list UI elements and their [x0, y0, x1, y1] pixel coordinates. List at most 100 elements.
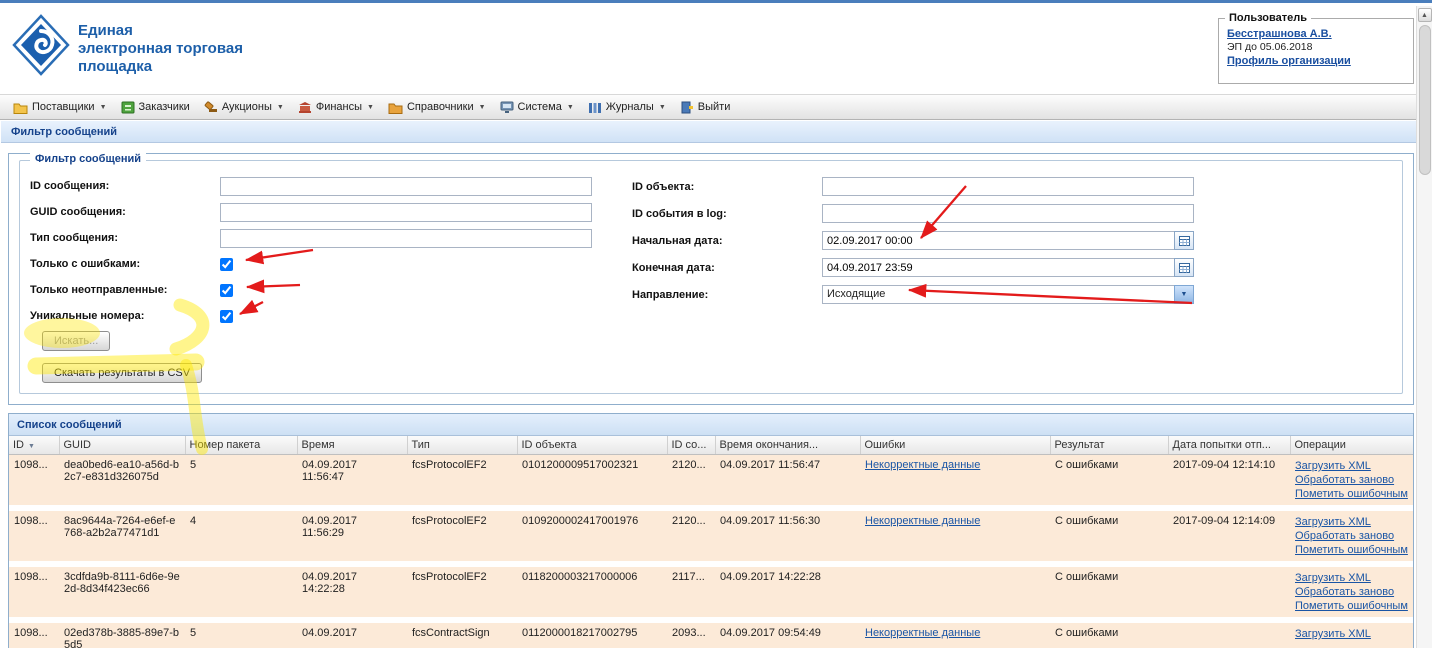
cell-time: 04.09.2017 11:56:47: [297, 454, 407, 511]
page-title: Фильтр сообщений: [1, 121, 1416, 143]
load-xml-link[interactable]: Загрузить XML: [1295, 571, 1410, 585]
unique-numbers-checkbox[interactable]: [220, 309, 233, 323]
mark-error-link[interactable]: Пометить ошибочным: [1295, 599, 1410, 613]
load-xml-link[interactable]: Загрузить XML: [1295, 459, 1410, 473]
reprocess-link[interactable]: Обработать заново: [1295, 585, 1410, 599]
menu-item-finance[interactable]: Финансы ▼: [291, 98, 381, 117]
cell-errors: Некорректные данные: [860, 620, 1050, 648]
errors-link[interactable]: Некорректные данные: [865, 627, 980, 639]
auctions-icon: [204, 100, 218, 114]
col-object-id[interactable]: ID объекта: [517, 436, 668, 455]
col-attempt-date[interactable]: Дата попытки отп...: [1168, 436, 1291, 455]
cell-guid: 02ed378b-3885-89e7-b5d5: [59, 620, 185, 648]
message-id-input[interactable]: [220, 176, 592, 196]
cell-attempt-date: [1168, 620, 1290, 648]
cell-result: С ошибками: [1050, 564, 1168, 623]
field-label: GUID сообщения:: [30, 206, 126, 218]
col-id2[interactable]: ID со...: [667, 436, 716, 455]
caret-down-icon: ▼: [99, 103, 107, 111]
org-profile-link[interactable]: Профиль организации: [1227, 54, 1405, 68]
main-menu-bar: Поставщики ▼ Заказчики Аукционы ▼ Финанс…: [0, 94, 1416, 120]
cell-id: 1098...: [9, 508, 59, 567]
cell-end-time: 04.09.2017 14:22:28: [715, 564, 860, 623]
mark-error-link[interactable]: Пометить ошибочным: [1295, 487, 1410, 501]
direction-select[interactable]: Исходящие ▼: [822, 285, 1194, 304]
menu-item-directories[interactable]: Справочники ▼: [381, 98, 493, 117]
field-label: ID объекта:: [632, 180, 695, 193]
message-guid-input[interactable]: [220, 202, 592, 222]
scrollbar-thumb[interactable]: [1418, 25, 1431, 175]
cell-errors: [860, 564, 1050, 623]
errors-link[interactable]: Некорректные данные: [865, 515, 980, 527]
user-name-link[interactable]: Бесстрашнова А.В.: [1227, 27, 1405, 41]
direction-value: Исходящие: [822, 285, 1174, 304]
load-xml-link[interactable]: Загрузить XML: [1295, 627, 1410, 641]
message-type-input[interactable]: [220, 228, 592, 248]
cell-result: С ошибками: [1050, 620, 1168, 648]
col-errors[interactable]: Ошибки: [860, 436, 1051, 455]
reprocess-link[interactable]: Обработать заново: [1295, 529, 1410, 543]
caret-down-icon: ▼: [478, 103, 486, 111]
col-guid[interactable]: GUID: [59, 436, 186, 455]
object-id-input[interactable]: [822, 177, 1194, 196]
errors-link[interactable]: Некорректные данные: [865, 459, 980, 471]
vertical-scrollbar[interactable]: ▲: [1416, 6, 1432, 648]
cell-guid: 8ac9644a-7264-e6ef-e768-a2b2a77471d1: [59, 508, 185, 567]
cell-result: С ошибками: [1050, 508, 1168, 567]
col-end-time[interactable]: Время окончания...: [715, 436, 861, 455]
cell-packet: 5: [185, 454, 297, 511]
load-xml-link[interactable]: Загрузить XML: [1295, 515, 1410, 529]
mark-error-link[interactable]: Пометить ошибочным: [1295, 543, 1410, 557]
col-id[interactable]: ID ▼: [9, 436, 60, 455]
scroll-up-icon[interactable]: ▲: [1417, 8, 1432, 22]
cell-object-id: 0118200003217000006: [517, 564, 667, 623]
cell-time: 04.09.2017 11:56:29: [297, 508, 407, 567]
cell-object-id: 0109200002417001976: [517, 508, 667, 567]
end-date-calendar-icon[interactable]: [1174, 258, 1194, 277]
cell-time: 04.09.2017: [297, 620, 407, 648]
menu-item-system[interactable]: Система ▼: [493, 98, 581, 117]
search-button[interactable]: Искать...: [42, 331, 111, 351]
menu-item-exit[interactable]: Выйти: [673, 98, 738, 117]
cell-attempt-date: [1168, 564, 1290, 623]
cell-id2: 2093...: [667, 620, 715, 648]
cert-expiry-text: ЭП до 05.06.2018: [1227, 41, 1313, 53]
col-result[interactable]: Результат: [1050, 436, 1169, 455]
only-unsent-checkbox[interactable]: [220, 283, 233, 297]
field-label: Тип сообщения:: [30, 232, 118, 244]
table-row[interactable]: 1098... dea0bed6-ea10-a56d-b2c7-e831d326…: [9, 454, 1413, 511]
directories-icon: [388, 101, 403, 114]
cell-packet: 5: [185, 620, 297, 648]
field-label: Только неотправленные:: [30, 284, 168, 296]
cell-id2: 2120...: [667, 454, 715, 511]
field-label: Направление:: [632, 288, 709, 301]
start-date-input[interactable]: [822, 231, 1174, 250]
caret-down-icon: ▼: [276, 103, 284, 111]
col-packet[interactable]: Номер пакета: [185, 436, 298, 455]
col-operations[interactable]: Операции: [1290, 436, 1413, 455]
menu-item-journals[interactable]: Журналы ▼: [581, 98, 673, 117]
menu-item-suppliers[interactable]: Поставщики ▼: [6, 98, 114, 117]
cell-type: fcsProtocolEF2: [407, 564, 517, 623]
sort-desc-icon: ▼: [28, 443, 35, 450]
table-row[interactable]: 1098... 3cdfda9b-8111-6d6e-9e2d-8d34f423…: [9, 564, 1413, 623]
table-row[interactable]: 1098... 02ed378b-3885-89e7-b5d5 5 04.09.…: [9, 620, 1413, 648]
end-date-input[interactable]: [822, 258, 1174, 277]
col-type[interactable]: Тип: [407, 436, 518, 455]
start-date-calendar-icon[interactable]: [1174, 231, 1194, 250]
log-event-id-input[interactable]: [822, 204, 1194, 223]
cell-id: 1098...: [9, 454, 59, 511]
menu-item-customers[interactable]: Заказчики: [114, 98, 197, 117]
list-title: Список сообщений: [9, 414, 1413, 436]
col-time[interactable]: Время: [297, 436, 408, 455]
field-label: ID события в log:: [632, 207, 727, 220]
field-label: Уникальные номера:: [30, 310, 145, 322]
chevron-down-icon[interactable]: ▼: [1174, 285, 1194, 304]
download-csv-button[interactable]: Скачать результаты в CSV: [42, 363, 203, 383]
table-header-row: ID ▼ GUID Номер пакета Время Тип ID объек…: [9, 436, 1413, 455]
menu-item-auctions[interactable]: Аукционы ▼: [197, 98, 291, 117]
reprocess-link[interactable]: Обработать заново: [1295, 473, 1410, 487]
table-row[interactable]: 1098... 8ac9644a-7264-e6ef-e768-a2b2a774…: [9, 508, 1413, 567]
messages-table: ID ▼ GUID Номер пакета Время Тип ID объек…: [9, 436, 1413, 648]
only-errors-checkbox[interactable]: [220, 257, 233, 271]
